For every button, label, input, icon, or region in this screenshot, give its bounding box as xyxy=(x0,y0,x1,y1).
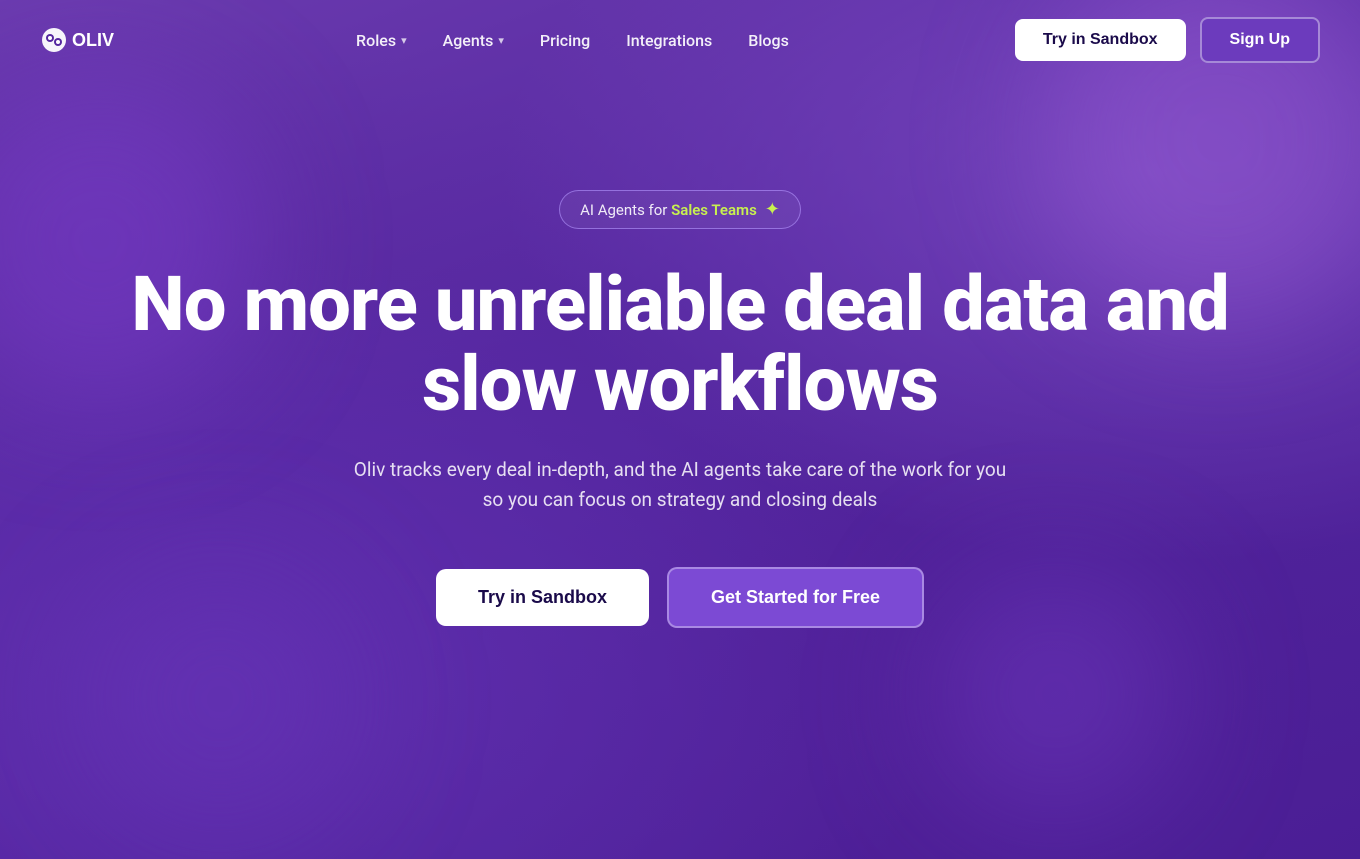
hero-section: AI Agents for Sales Teams ✦ No more unre… xyxy=(0,80,1360,628)
hero-title: No more unreliable deal data and slow wo… xyxy=(131,265,1229,425)
logo[interactable]: OLIV xyxy=(40,22,130,58)
nav-links: Roles ▾ Agents ▾ Pricing Integrations Bl… xyxy=(356,31,789,50)
chevron-down-icon: ▾ xyxy=(401,34,407,47)
nav-item-integrations[interactable]: Integrations xyxy=(626,31,712,50)
nav-item-roles[interactable]: Roles ▾ xyxy=(356,31,407,50)
chevron-down-icon: ▾ xyxy=(498,34,504,47)
hero-badge: AI Agents for Sales Teams ✦ xyxy=(559,190,801,229)
nav-item-pricing[interactable]: Pricing xyxy=(540,31,590,50)
hero-subtitle: Oliv tracks every deal in-depth, and the… xyxy=(354,455,1006,516)
nav-sandbox-button[interactable]: Try in Sandbox xyxy=(1015,19,1186,61)
nav-item-agents[interactable]: Agents ▾ xyxy=(443,31,504,50)
svg-text:OLIV: OLIV xyxy=(72,30,114,50)
badge-label: AI Agents for Sales Teams xyxy=(580,201,757,219)
hero-sandbox-button[interactable]: Try in Sandbox xyxy=(436,569,649,626)
navbar: OLIV Roles ▾ Agents ▾ Pricing Integratio… xyxy=(0,0,1360,80)
hero-get-started-button[interactable]: Get Started for Free xyxy=(667,567,924,628)
nav-item-blogs[interactable]: Blogs xyxy=(748,31,789,50)
spark-icon: ✦ xyxy=(765,199,780,220)
hero-cta-group: Try in Sandbox Get Started for Free xyxy=(436,567,924,628)
nav-signup-button[interactable]: Sign Up xyxy=(1200,17,1320,63)
nav-cta: Try in Sandbox Sign Up xyxy=(1015,17,1320,63)
